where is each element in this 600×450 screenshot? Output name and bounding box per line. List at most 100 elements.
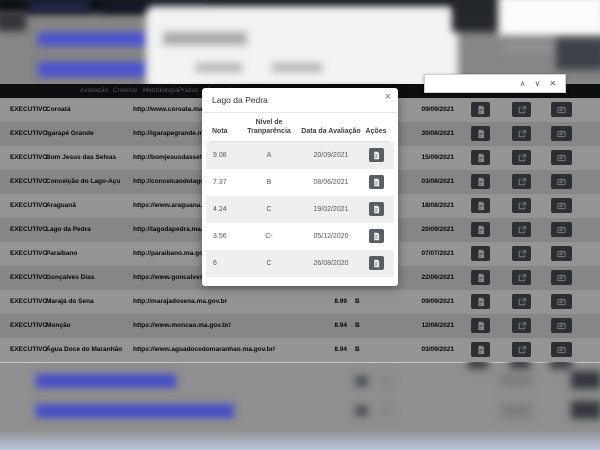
card-icon xyxy=(557,298,566,305)
details-button[interactable] xyxy=(551,198,572,213)
nav-item-prazos[interactable]: Prazos xyxy=(178,84,198,98)
level-value: B xyxy=(355,322,360,329)
external-link-icon xyxy=(518,297,526,305)
nav-item-avaliacao[interactable]: Avaliação xyxy=(80,84,108,98)
blurred-content-blob xyxy=(196,63,242,72)
entity-name: Marajá do Sena xyxy=(46,298,94,305)
open-site-button[interactable] xyxy=(512,198,531,213)
report-button[interactable] xyxy=(471,294,490,309)
details-button[interactable] xyxy=(551,246,572,261)
date-value: 26/08/2020 xyxy=(313,259,349,267)
entity-name: Araguanã xyxy=(46,202,76,209)
nav-item-criterios[interactable]: Critérios xyxy=(113,84,137,98)
open-site-button[interactable] xyxy=(512,150,531,165)
entity-name: Paraibano xyxy=(46,250,78,257)
details-button[interactable] xyxy=(551,318,572,333)
file-icon xyxy=(478,153,484,162)
report-button[interactable] xyxy=(471,174,490,189)
column-header-nota: Nota xyxy=(212,128,228,136)
report-button[interactable] xyxy=(368,229,384,244)
power-label: EXECUTIVO xyxy=(10,178,48,185)
report-button[interactable] xyxy=(368,256,384,271)
file-icon xyxy=(373,205,379,214)
file-icon xyxy=(478,225,484,234)
report-button[interactable] xyxy=(471,102,490,117)
report-button[interactable] xyxy=(368,202,384,217)
blurred-content-blob xyxy=(498,0,600,36)
date-value: 12/08/2021 xyxy=(421,322,454,329)
file-icon xyxy=(478,321,484,330)
details-button[interactable] xyxy=(551,342,572,357)
open-site-button[interactable] xyxy=(512,270,531,285)
modal-table-row: 3.56 C- 05/12/2020 xyxy=(206,223,394,250)
report-button[interactable] xyxy=(471,318,490,333)
card-icon xyxy=(557,250,566,257)
card-icon xyxy=(557,226,566,233)
report-button[interactable] xyxy=(471,222,490,237)
file-icon xyxy=(478,129,484,138)
blurred-content-blob xyxy=(36,404,234,418)
blurred-content-blob xyxy=(379,376,392,386)
power-label: EXECUTIVO xyxy=(10,322,48,329)
report-button[interactable] xyxy=(368,148,384,163)
open-site-button[interactable] xyxy=(512,102,531,117)
evaluation-history-modal: Lago da Pedra × Nota Nível de Tranparênc… xyxy=(202,88,398,286)
report-button[interactable] xyxy=(471,126,490,141)
blurred-content-blob xyxy=(502,40,558,54)
column-header-nivel: Nível de Tranparência xyxy=(247,119,291,136)
blurred-top-region xyxy=(0,0,600,84)
modal-close-icon[interactable]: × xyxy=(385,92,391,103)
modal-header: Lago da Pedra × xyxy=(202,88,398,113)
details-button[interactable] xyxy=(551,174,572,189)
table-row: EXECUTIVO Monção https://www.moncao.ma.g… xyxy=(0,314,600,338)
chevron-down-icon[interactable]: ∨ xyxy=(534,79,540,88)
details-button[interactable] xyxy=(551,294,572,309)
entity-name: Bom Jesus das Selvas xyxy=(46,154,117,161)
date-value: 19/02/2021 xyxy=(313,205,349,213)
report-button[interactable] xyxy=(471,342,490,357)
entity-url-link[interactable]: https://www.aguadocedomaranhao.ma.gov.br… xyxy=(133,338,275,362)
blurred-content-blob xyxy=(163,32,247,45)
external-link-icon xyxy=(518,153,526,161)
open-site-button[interactable] xyxy=(512,318,531,333)
external-link-icon xyxy=(518,105,526,113)
details-button[interactable] xyxy=(551,270,572,285)
open-site-button[interactable] xyxy=(512,246,531,261)
details-button[interactable] xyxy=(551,222,572,237)
open-site-button[interactable] xyxy=(512,294,531,309)
score-value: 8.94 xyxy=(334,346,347,353)
entity-name: Conceição do Lago-Açu xyxy=(46,178,121,185)
report-button[interactable] xyxy=(471,270,490,285)
open-site-button[interactable] xyxy=(512,174,531,189)
blurred-content-blob xyxy=(146,6,458,84)
details-button[interactable] xyxy=(551,102,572,117)
level-value: B xyxy=(355,346,360,353)
external-link-icon xyxy=(518,129,526,137)
entity-url-link[interactable]: http://marajadosena.ma.gov.br xyxy=(133,290,227,314)
report-button[interactable] xyxy=(471,246,490,261)
file-icon xyxy=(478,105,484,114)
entity-name: Monção xyxy=(46,322,71,329)
nav-item-metodologia[interactable]: Metodologia xyxy=(143,84,178,98)
entity-name: Coroatá xyxy=(46,106,71,113)
report-button[interactable] xyxy=(471,198,490,213)
chevron-up-icon[interactable]: ∧ xyxy=(520,79,526,88)
external-link-icon xyxy=(518,249,526,257)
blurred-content-blob xyxy=(38,62,150,77)
details-button[interactable] xyxy=(551,150,572,165)
close-icon[interactable]: ✕ xyxy=(549,79,556,88)
open-site-button[interactable] xyxy=(512,126,531,141)
open-site-button[interactable] xyxy=(512,342,531,357)
score-value: 7.37 xyxy=(213,178,227,186)
report-button[interactable] xyxy=(368,175,384,190)
blurred-content-blob xyxy=(355,406,368,416)
score-value: 4.24 xyxy=(213,205,227,213)
entity-name: Gonçalves Dias xyxy=(46,274,95,281)
report-button[interactable] xyxy=(471,150,490,165)
entity-url-link[interactable]: https://www.moncao.ma.gov.br/ xyxy=(133,314,231,338)
power-label: EXECUTIVO xyxy=(10,106,48,113)
find-input[interactable] xyxy=(425,77,511,90)
details-button[interactable] xyxy=(551,126,572,141)
open-site-button[interactable] xyxy=(512,222,531,237)
power-label: EXECUTIVO xyxy=(10,274,48,281)
